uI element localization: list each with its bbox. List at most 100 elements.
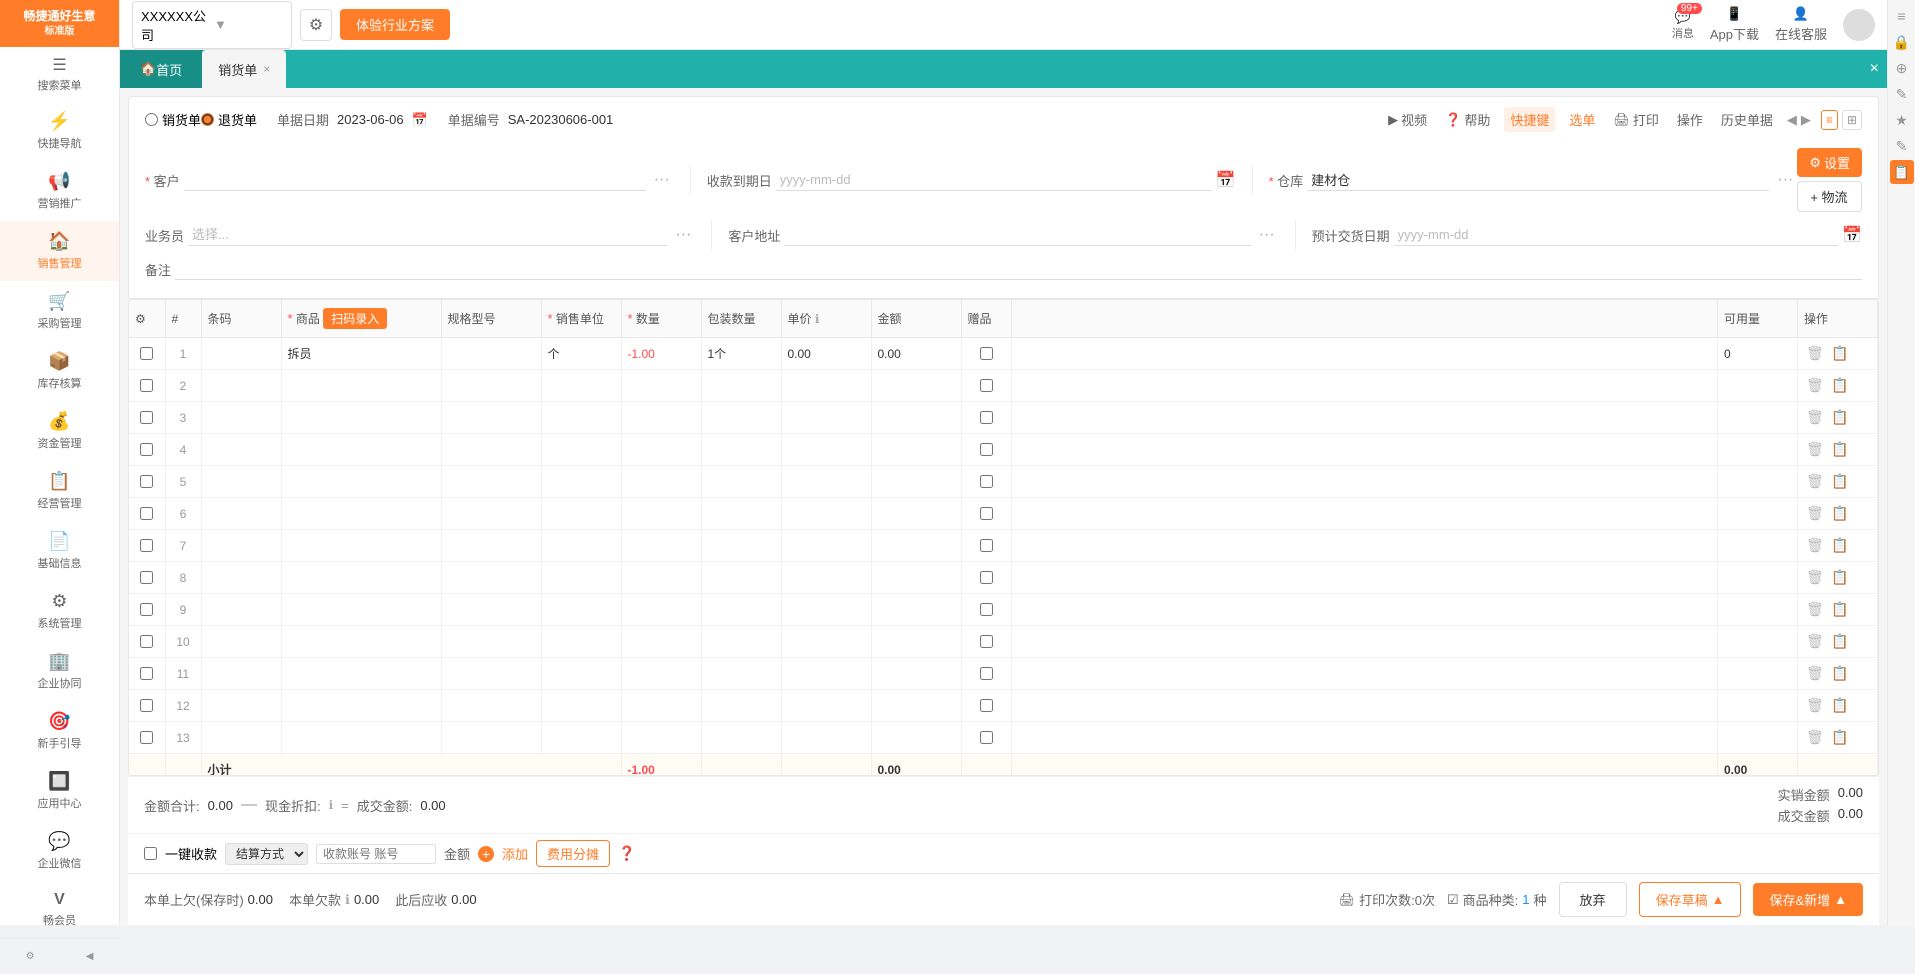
delete-row-btn[interactable]: 🗑 [1804, 663, 1826, 683]
sidebar-collapse-btn[interactable]: ◀ [82, 947, 98, 966]
scan-button[interactable]: 扫码录入 [323, 308, 387, 329]
sidebar-item-basic[interactable]: 📄 基础信息 [0, 521, 119, 581]
row-checkbox[interactable] [140, 507, 153, 520]
sidebar-settings-btn[interactable]: ⚙ [22, 947, 39, 966]
doc-type-sales-radio[interactable]: 销货单 [145, 110, 201, 129]
sidebar-item-sales[interactable]: 🏠 销售管理 [0, 221, 119, 281]
draft-button[interactable]: 保存草稿 ▲ [1639, 882, 1742, 917]
add-payment-btn[interactable]: + [478, 846, 494, 862]
sidebar-item-system[interactable]: ⚙ 系统管理 [0, 581, 119, 641]
delete-row-btn[interactable]: 🗑 [1804, 375, 1826, 395]
calendar-icon[interactable]: 📅 [412, 112, 428, 128]
gift-checkbox[interactable] [980, 571, 993, 584]
row-checkbox[interactable] [140, 443, 153, 456]
customer-input[interactable] [184, 169, 646, 191]
note-input[interactable] [175, 258, 1862, 280]
due-date-input[interactable] [776, 169, 1212, 191]
sidebar-item-finance[interactable]: 💰 资金管理 [0, 401, 119, 461]
sidebar-item-quick-nav[interactable]: ⚡ 快捷导航 [0, 101, 119, 161]
next-btn[interactable]: ▶ [1801, 112, 1811, 128]
discard-button[interactable]: 放弃 [1559, 882, 1627, 917]
warehouse-input[interactable] [1307, 169, 1769, 191]
gift-checkbox[interactable] [980, 603, 993, 616]
delete-row-btn[interactable]: 🗑 [1804, 439, 1826, 459]
message-btn[interactable]: 💬 99+ 消息 [1672, 9, 1694, 41]
online-service-btn[interactable]: 👤 在线客服 [1775, 6, 1827, 43]
salesperson-input[interactable] [188, 224, 667, 246]
radio-sales[interactable] [145, 113, 158, 126]
grid-view-btn[interactable]: ⊞ [1842, 110, 1862, 130]
history-btn[interactable]: 历史单据 [1717, 108, 1777, 131]
delete-row-btn[interactable]: 🗑 [1804, 407, 1826, 427]
sidebar-item-inventory[interactable]: 📦 库存核算 [0, 341, 119, 401]
gift-checkbox[interactable] [980, 443, 993, 456]
sidebar-item-operations[interactable]: 📋 经营管理 [0, 461, 119, 521]
logistics-button[interactable]: + 物流 [1797, 181, 1862, 212]
copy-row-btn[interactable]: 📋 [1829, 343, 1850, 363]
row-checkbox[interactable] [140, 539, 153, 552]
company-selector[interactable]: XXXXXX公司 ▼ [132, 1, 292, 49]
user-avatar[interactable] [1843, 9, 1875, 41]
close-tab-btn[interactable]: × [1870, 60, 1879, 78]
list-view-btn[interactable]: ≡ [1821, 110, 1838, 130]
row-checkbox[interactable] [140, 635, 153, 648]
right-panel-icon-4[interactable]: ✎ [1890, 82, 1914, 106]
row-checkbox[interactable] [140, 603, 153, 616]
product-count[interactable]: ☑ 商品种类: 1 种 [1447, 890, 1547, 909]
gift-checkbox[interactable] [980, 379, 993, 392]
trial-button[interactable]: 体验行业方案 [340, 9, 450, 40]
row-checkbox[interactable] [140, 411, 153, 424]
discount-info-icon[interactable]: ℹ [329, 798, 334, 812]
copy-row-btn[interactable]: 📋 [1829, 503, 1850, 523]
radio-return[interactable] [201, 113, 214, 126]
copy-row-btn[interactable]: 📋 [1829, 663, 1850, 683]
copy-row-btn[interactable]: 📋 [1829, 439, 1850, 459]
right-panel-icon-7[interactable]: 📋 [1890, 160, 1914, 184]
row-checkbox[interactable] [140, 571, 153, 584]
gift-checkbox[interactable] [980, 699, 993, 712]
help-btn[interactable]: ❓ 帮助 [1441, 108, 1494, 131]
right-panel-icon-1[interactable]: ≡ [1890, 4, 1914, 28]
expense-split-btn[interactable]: 费用分摊 [536, 840, 610, 867]
delete-row-btn[interactable]: 🗑 [1804, 695, 1826, 715]
ops-btn[interactable]: 操作 [1673, 108, 1707, 131]
right-panel-icon-5[interactable]: ★ [1890, 108, 1914, 132]
sidebar-item-wechat[interactable]: 💬 企业微信 [0, 821, 119, 881]
gift-checkbox[interactable] [980, 667, 993, 680]
delete-row-btn[interactable]: 🗑 [1804, 727, 1826, 747]
tab-sales-order[interactable]: 销货单 × [202, 50, 286, 88]
prev-btn[interactable]: ◀ [1787, 112, 1797, 128]
payment-method-select[interactable]: 结算方式 [225, 843, 308, 865]
customer-addr-input[interactable] [784, 224, 1250, 246]
save-new-button[interactable]: 保存&新增 ▲ [1753, 883, 1863, 916]
gift-checkbox[interactable] [980, 731, 993, 744]
copy-row-btn[interactable]: 📋 [1829, 535, 1850, 555]
search-menu-item[interactable]: ☰ 搜索菜单 [0, 47, 119, 101]
delete-row-btn[interactable]: 🗑 [1804, 599, 1826, 619]
tab-home[interactable]: 🏠 首页 [120, 50, 202, 88]
doc-type-return-radio[interactable]: 退货单 [201, 110, 257, 129]
select-btn[interactable]: 选单 [1565, 108, 1599, 131]
copy-row-btn[interactable]: 📋 [1829, 375, 1850, 395]
one-click-payment-checkbox[interactable] [144, 847, 157, 860]
print-btn[interactable]: 🖨 打印 [1609, 108, 1663, 131]
sidebar-item-guide[interactable]: 🎯 新手引导 [0, 701, 119, 761]
video-btn[interactable]: ▶ 视频 [1384, 108, 1431, 131]
topbar-settings-btn[interactable]: ⚙ [300, 9, 332, 41]
app-download-btn[interactable]: 📱 App下载 [1710, 6, 1759, 43]
sidebar-item-marketing[interactable]: 📢 营销推广 [0, 161, 119, 221]
gift-checkbox[interactable] [980, 475, 993, 488]
sidebar-item-purchase[interactable]: 🛒 采购管理 [0, 281, 119, 341]
sidebar-item-enterprise[interactable]: 🏢 企业协同 [0, 641, 119, 701]
delete-row-btn[interactable]: 🗑 [1804, 503, 1826, 523]
gift-checkbox[interactable] [980, 539, 993, 552]
salesperson-more-btn[interactable]: ··· [671, 226, 695, 244]
tab-close-icon[interactable]: × [263, 62, 270, 76]
warehouse-more-btn[interactable]: ··· [1773, 171, 1797, 189]
copy-row-btn[interactable]: 📋 [1829, 407, 1850, 427]
sidebar-item-apps[interactable]: 🔲 应用中心 [0, 761, 119, 821]
copy-row-btn[interactable]: 📋 [1829, 567, 1850, 587]
copy-row-btn[interactable]: 📋 [1829, 471, 1850, 491]
payment-help-icon[interactable]: ❓ [618, 845, 635, 862]
delete-row-btn[interactable]: 🗑 [1804, 567, 1826, 587]
